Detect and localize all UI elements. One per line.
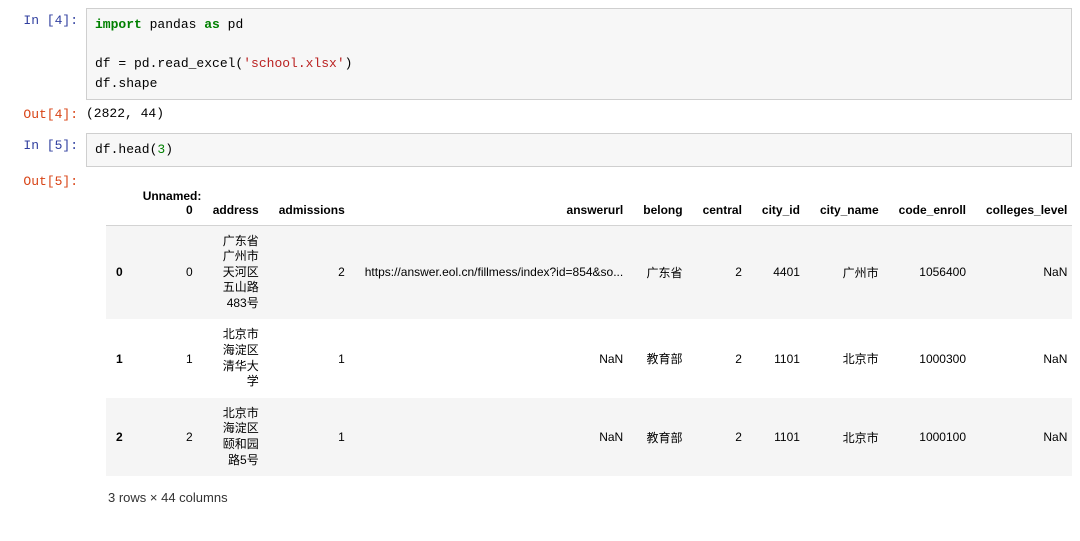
col-header: city_name (810, 181, 889, 226)
table-cell: 1000100 (889, 398, 976, 476)
table-cell: https://answer.eol.cn/fillmess/index?id=… (355, 225, 633, 319)
output-text-4: (2822, 44) (86, 102, 1072, 131)
table-cell: NaN (976, 398, 1072, 476)
table-cell: 北京市海淀区颐和园路5号 (203, 398, 269, 476)
row-index: 1 (106, 319, 133, 397)
table-cell: 北京市 (810, 398, 889, 476)
table-cell: 1 (269, 319, 355, 397)
table-cell: 1101 (752, 319, 810, 397)
table-row: 00广东省广州市天河区五山路483号2https://answer.eol.cn… (106, 225, 1072, 319)
dataframe-scroll[interactable]: Unnamed: 0 address admissions answerurl … (86, 173, 1072, 528)
table-cell: 2 (133, 398, 203, 476)
table-cell: 2 (693, 319, 752, 397)
col-header: admissions (269, 181, 355, 226)
cell-in-4: In [4]: import pandas as pd df = pd.read… (8, 8, 1072, 100)
table-cell: NaN (976, 319, 1072, 397)
table-cell: 教育部 (633, 319, 692, 397)
col-header: code_enroll (889, 181, 976, 226)
col-header: belong (633, 181, 692, 226)
row-index: 0 (106, 225, 133, 319)
string-literal: 'school.xlsx' (243, 56, 344, 71)
code-input-4[interactable]: import pandas as pd df = pd.read_excel('… (86, 8, 1072, 100)
table-cell: 1000300 (889, 319, 976, 397)
table-cell: 1 (133, 319, 203, 397)
table-cell: 北京市 (810, 319, 889, 397)
prompt-in-4: In [4]: (8, 8, 86, 100)
table-cell: 2 (269, 225, 355, 319)
table-cell: 2 (693, 398, 752, 476)
col-header: city_id (752, 181, 810, 226)
cell-out-5: Out[5]: Unnamed: 0 address admissions an… (8, 169, 1072, 532)
table-cell: 广东省 (633, 225, 692, 319)
table-cell: 1056400 (889, 225, 976, 319)
col-header: central (693, 181, 752, 226)
dataframe-table: Unnamed: 0 address admissions answerurl … (106, 181, 1072, 477)
prompt-in-5: In [5]: (8, 133, 86, 167)
table-cell: NaN (355, 398, 633, 476)
table-cell: 2 (693, 225, 752, 319)
table-cell: NaN (976, 225, 1072, 319)
dataframe-footer: 3 rows × 44 columns (86, 484, 1072, 513)
table-cell: NaN (355, 319, 633, 397)
table-cell: 北京市海淀区清华大学 (203, 319, 269, 397)
row-index: 2 (106, 398, 133, 476)
keyword-import: import (95, 17, 142, 32)
table-cell: 4401 (752, 225, 810, 319)
col-header: answerurl (355, 181, 633, 226)
table-row: 11北京市海淀区清华大学1NaN教育部21101北京市1000300NaN...… (106, 319, 1072, 397)
table-cell: 广州市 (810, 225, 889, 319)
table-cell: 0 (133, 225, 203, 319)
prompt-out-4: Out[4]: (8, 102, 86, 131)
col-header: Unnamed: 0 (133, 181, 203, 226)
table-row: 22北京市海淀区颐和园路5号1NaN教育部21101北京市1000100NaN.… (106, 398, 1072, 476)
cell-out-4: Out[4]: (2822, 44) (8, 102, 1072, 131)
table-header-row: Unnamed: 0 address admissions answerurl … (106, 181, 1072, 226)
output-html-5: Unnamed: 0 address admissions answerurl … (86, 169, 1072, 532)
table-cell: 广东省广州市天河区五山路483号 (203, 225, 269, 319)
col-header: colleges_level (976, 181, 1072, 226)
code-input-5[interactable]: df.head(3) (86, 133, 1072, 167)
table-cell: 1 (269, 398, 355, 476)
keyword-as: as (204, 17, 220, 32)
col-header: address (203, 181, 269, 226)
cell-in-5: In [5]: df.head(3) (8, 133, 1072, 167)
table-cell: 教育部 (633, 398, 692, 476)
index-header (106, 181, 133, 226)
table-cell: 1101 (752, 398, 810, 476)
prompt-out-5: Out[5]: (8, 169, 86, 195)
